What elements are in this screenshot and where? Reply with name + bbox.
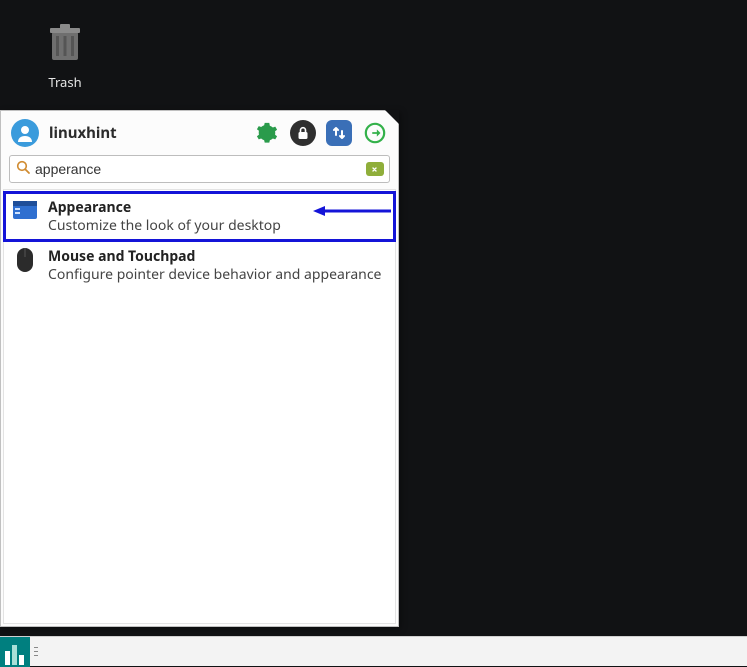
- result-desc: Customize the look of your desktop: [48, 217, 281, 235]
- lock-icon: [296, 126, 310, 140]
- settings-button[interactable]: [254, 120, 280, 146]
- desktop-icon-trash[interactable]: Trash: [38, 24, 92, 91]
- search-field[interactable]: [9, 155, 390, 183]
- username-label: linuxhint: [49, 123, 244, 143]
- result-desc: Configure pointer device behavior and ap…: [48, 266, 381, 284]
- result-mouse-touchpad[interactable]: Mouse and Touchpad Configure pointer dev…: [4, 241, 395, 290]
- swap-icon: [331, 125, 347, 141]
- avatar[interactable]: [11, 119, 39, 147]
- clear-search-button[interactable]: [366, 162, 384, 176]
- lock-button[interactable]: [290, 120, 316, 146]
- appearance-icon: [12, 198, 38, 224]
- taskbar-drag-handle[interactable]: [34, 637, 42, 667]
- search-results: Appearance Customize the look of your de…: [3, 189, 396, 624]
- search-icon: [15, 159, 31, 180]
- switch-user-button[interactable]: [326, 120, 352, 146]
- taskbar: [0, 636, 747, 666]
- user-icon: [16, 124, 34, 142]
- search-wrap: [1, 151, 398, 189]
- desktop-icon-label: Trash: [48, 73, 81, 91]
- backspace-x-icon: [370, 165, 380, 173]
- search-input[interactable]: [31, 161, 366, 177]
- application-menu: linuxhint: [0, 110, 399, 627]
- result-title: Appearance: [48, 198, 281, 217]
- annotation-arrow: [313, 206, 391, 216]
- mouse-icon: [12, 247, 38, 273]
- start-button[interactable]: [0, 637, 30, 667]
- result-title: Mouse and Touchpad: [48, 247, 381, 266]
- gear-icon: [256, 122, 278, 144]
- result-appearance[interactable]: Appearance Customize the look of your de…: [4, 192, 395, 241]
- menu-corner-fold: [385, 110, 399, 124]
- menu-header: linuxhint: [1, 111, 398, 151]
- trash-icon: [48, 24, 82, 67]
- manjaro-icon: [5, 645, 25, 665]
- logout-icon: [364, 122, 386, 144]
